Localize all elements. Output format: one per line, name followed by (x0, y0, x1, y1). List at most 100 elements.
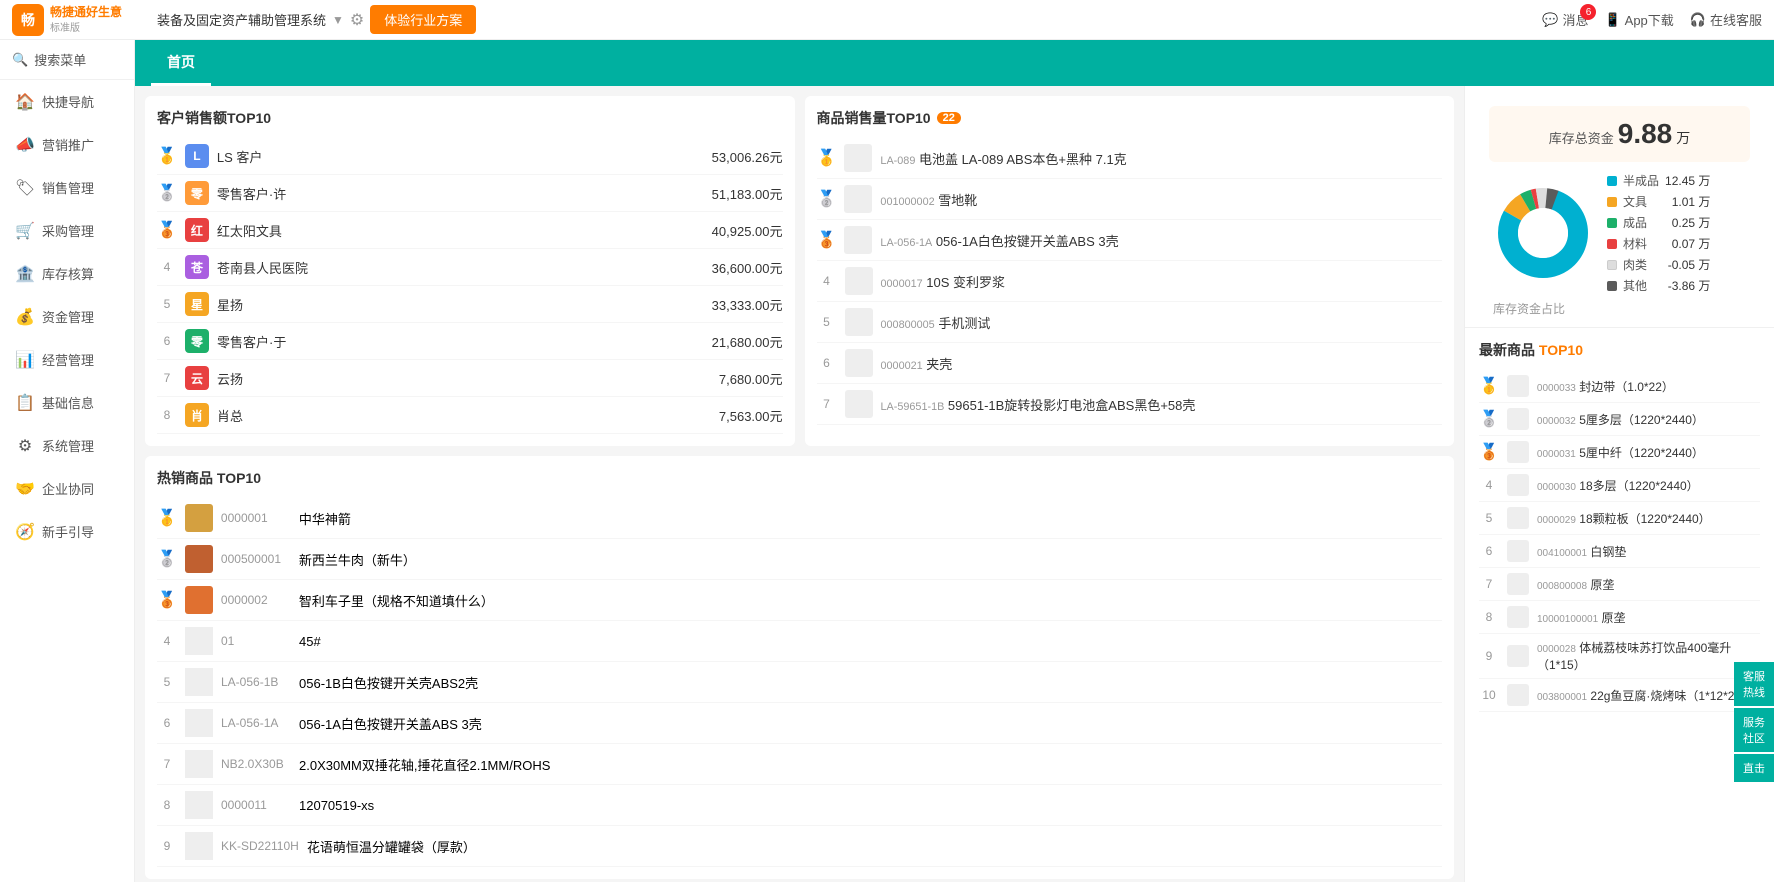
logo-sub: 标准版 (50, 19, 122, 34)
try-plan-button[interactable]: 体验行业方案 (370, 5, 476, 34)
message-button[interactable]: 💬 消息 6 (1542, 10, 1588, 29)
list-item: 5 0000029 18颗粒板（1220*2440） (1479, 502, 1760, 535)
gear-icon[interactable]: ⚙ (350, 10, 364, 30)
sidebar-item-basic[interactable]: 📋 基础信息 (0, 381, 134, 424)
rank-number: 7 (157, 757, 177, 771)
table-row: 🥇 LA-089 电池盖 LA-089 ABS本色+黑种 7.1克 (817, 138, 1443, 179)
sidebar-item-marketing[interactable]: 📣 营销推广 (0, 123, 134, 166)
customer-name: 零售客户·于 (217, 332, 704, 351)
product-info: 0000030 18多层（1220*2440） (1537, 477, 1760, 494)
legend-item: 肉类 -0.05 万 (1607, 256, 1710, 273)
product-image (845, 349, 873, 377)
product-image (1507, 684, 1529, 706)
sidebar-label-system: 系统管理 (42, 436, 94, 455)
legend-color-dot (1607, 218, 1617, 228)
list-item: 8 10000100001 原垄 (1479, 601, 1760, 634)
product-name: 45# (299, 634, 321, 649)
enterprise-icon: 🤝 (16, 480, 34, 498)
donut-container: 半成品 12.45 万 文具 1.01 万 (1493, 172, 1746, 294)
product-image (1507, 441, 1529, 463)
legend-item: 其他 -3.86 万 (1607, 277, 1710, 294)
newest-products-list: 🥇 0000033 封边带（1.0*22） 🥈 0000032 5厘多层（122… (1479, 370, 1760, 712)
service-community-button[interactable]: 服务社区 (1734, 708, 1774, 752)
product-name: 056-1A白色按键开关盖ABS 3壳 (299, 714, 482, 733)
rank-number: 10 (1479, 688, 1499, 702)
table-row: 6 LA-056-1A 056-1A白色按键开关盖ABS 3壳 (157, 703, 1442, 744)
sidebar: 🔍 搜索菜单 🏠 快捷导航 📣 营销推广 🏷 销售管理 🛒 采购管理 🏦 库存核… (0, 40, 135, 882)
medal-bronze-icon: 🥉 (817, 230, 837, 250)
medal-gold-icon: 🥇 (157, 508, 177, 528)
search-menu[interactable]: 🔍 搜索菜单 (0, 40, 134, 80)
product-code: 000500001 (221, 552, 291, 566)
sidebar-item-inventory[interactable]: 🏦 库存核算 (0, 252, 134, 295)
tab-home[interactable]: 首页 (151, 40, 211, 86)
online-service-button[interactable]: 🎧 在线客服 (1690, 10, 1762, 29)
rank-number: 4 (817, 274, 837, 288)
legend-color-dot (1607, 281, 1617, 291)
customer-service-button[interactable]: 客服热线 (1734, 662, 1774, 706)
system-selector[interactable]: 装备及固定资产辅助管理系统 ▼ ⚙ 体验行业方案 (157, 5, 1532, 34)
legend-value: 12.45 万 (1665, 172, 1710, 189)
sidebar-item-finance[interactable]: 💰 资金管理 (0, 295, 134, 338)
sidebar-label-quick-nav: 快捷导航 (42, 92, 94, 111)
medal-bronze-icon: 🥉 (157, 220, 177, 240)
sidebar-item-sales[interactable]: 🏷 销售管理 (0, 166, 134, 209)
right-panel: 库存总资金 9.88 万 (1464, 86, 1774, 882)
customer-value: 21,680.00元 (712, 332, 783, 351)
rank-number: 5 (1479, 511, 1499, 525)
product-image (845, 390, 873, 418)
medal-silver-icon: 🥈 (157, 183, 177, 203)
avatar: 红 (185, 218, 209, 242)
content-area: 首页 客户销售额TOP10 🥇 L LS 客户 (135, 40, 1774, 882)
product-info: 0000017 10S 变利罗浆 (881, 272, 1443, 291)
legend-color-dot (1607, 260, 1617, 270)
legend-value: 0.07 万 (1672, 235, 1711, 252)
product-image (1507, 474, 1529, 496)
legend-value: -0.05 万 (1668, 256, 1711, 273)
sidebar-label-guide: 新手引导 (42, 522, 94, 541)
finance-icon: 💰 (16, 308, 34, 326)
product-qty-rank-card: 商品销售量TOP10 22 🥇 LA-089 电池盖 LA-089 ABS本色+… (805, 96, 1455, 446)
sidebar-item-guide[interactable]: 🧭 新手引导 (0, 510, 134, 553)
sidebar-item-quick-nav[interactable]: 🏠 快捷导航 (0, 80, 134, 123)
legend-value: -3.86 万 (1668, 277, 1711, 294)
page-content: 客户销售额TOP10 🥇 L LS 客户 53,006.26元 🥈 零 (135, 86, 1774, 882)
table-row: 4 01 45# (157, 621, 1442, 662)
sidebar-label-finance: 资金管理 (42, 307, 94, 326)
table-row: 🥉 LA-056-1A 056-1A白色按键开关盖ABS 3壳 (817, 220, 1443, 261)
legend-name: 材料 (1623, 235, 1666, 252)
rank-number: 7 (157, 371, 177, 385)
sidebar-item-purchase[interactable]: 🛒 采购管理 (0, 209, 134, 252)
medal-gold-icon: 🥇 (157, 146, 177, 166)
dropdown-arrow-icon: ▼ (332, 13, 344, 27)
product-image (185, 586, 213, 614)
sidebar-item-system[interactable]: ⚙ 系统管理 (0, 424, 134, 467)
customer-name: LS 客户 (217, 147, 704, 166)
product-info: LA-089 电池盖 LA-089 ABS本色+黑种 7.1克 (880, 149, 1442, 168)
table-row: 🥈 零 零售客户·许 51,183.00元 (157, 175, 783, 212)
sidebar-label-inventory: 库存核算 (42, 264, 94, 283)
search-menu-label: 搜索菜单 (34, 50, 86, 69)
system-name: 装备及固定资产辅助管理系统 (157, 10, 326, 29)
product-image (185, 504, 213, 532)
newest-top-label: TOP10 (1539, 342, 1583, 358)
logo: 畅 畅捷通好生意 标准版 (12, 4, 147, 36)
product-code: NB2.0X30B (221, 757, 291, 771)
logo-icon: 畅 (12, 4, 44, 36)
app-download-button[interactable]: 📱 App下载 (1604, 10, 1673, 29)
product-image (185, 791, 213, 819)
product-info: 0000032 5厘多层（1220*2440） (1537, 411, 1760, 428)
list-item: 10 003800001 22g鱼豆腐·烧烤味（1*12*20） (1479, 679, 1760, 712)
table-row: 5 星 星扬 33,333.00元 (157, 286, 783, 323)
donut-chart-svg (1493, 183, 1593, 283)
medal-bronze-icon: 🥉 (157, 590, 177, 610)
sidebar-item-operation[interactable]: 📊 经营管理 (0, 338, 134, 381)
sidebar-item-enterprise[interactable]: 🤝 企业协同 (0, 467, 134, 510)
direct-button[interactable]: 直击 (1734, 754, 1774, 782)
table-row: 5 000800005 手机测试 (817, 302, 1443, 343)
rank-number: 4 (157, 260, 177, 274)
medal-silver-icon: 🥈 (157, 549, 177, 569)
table-row: 🥈 001000002 雪地靴 (817, 179, 1443, 220)
medal-silver-icon: 🥈 (1479, 409, 1499, 429)
product-image (1507, 645, 1529, 667)
